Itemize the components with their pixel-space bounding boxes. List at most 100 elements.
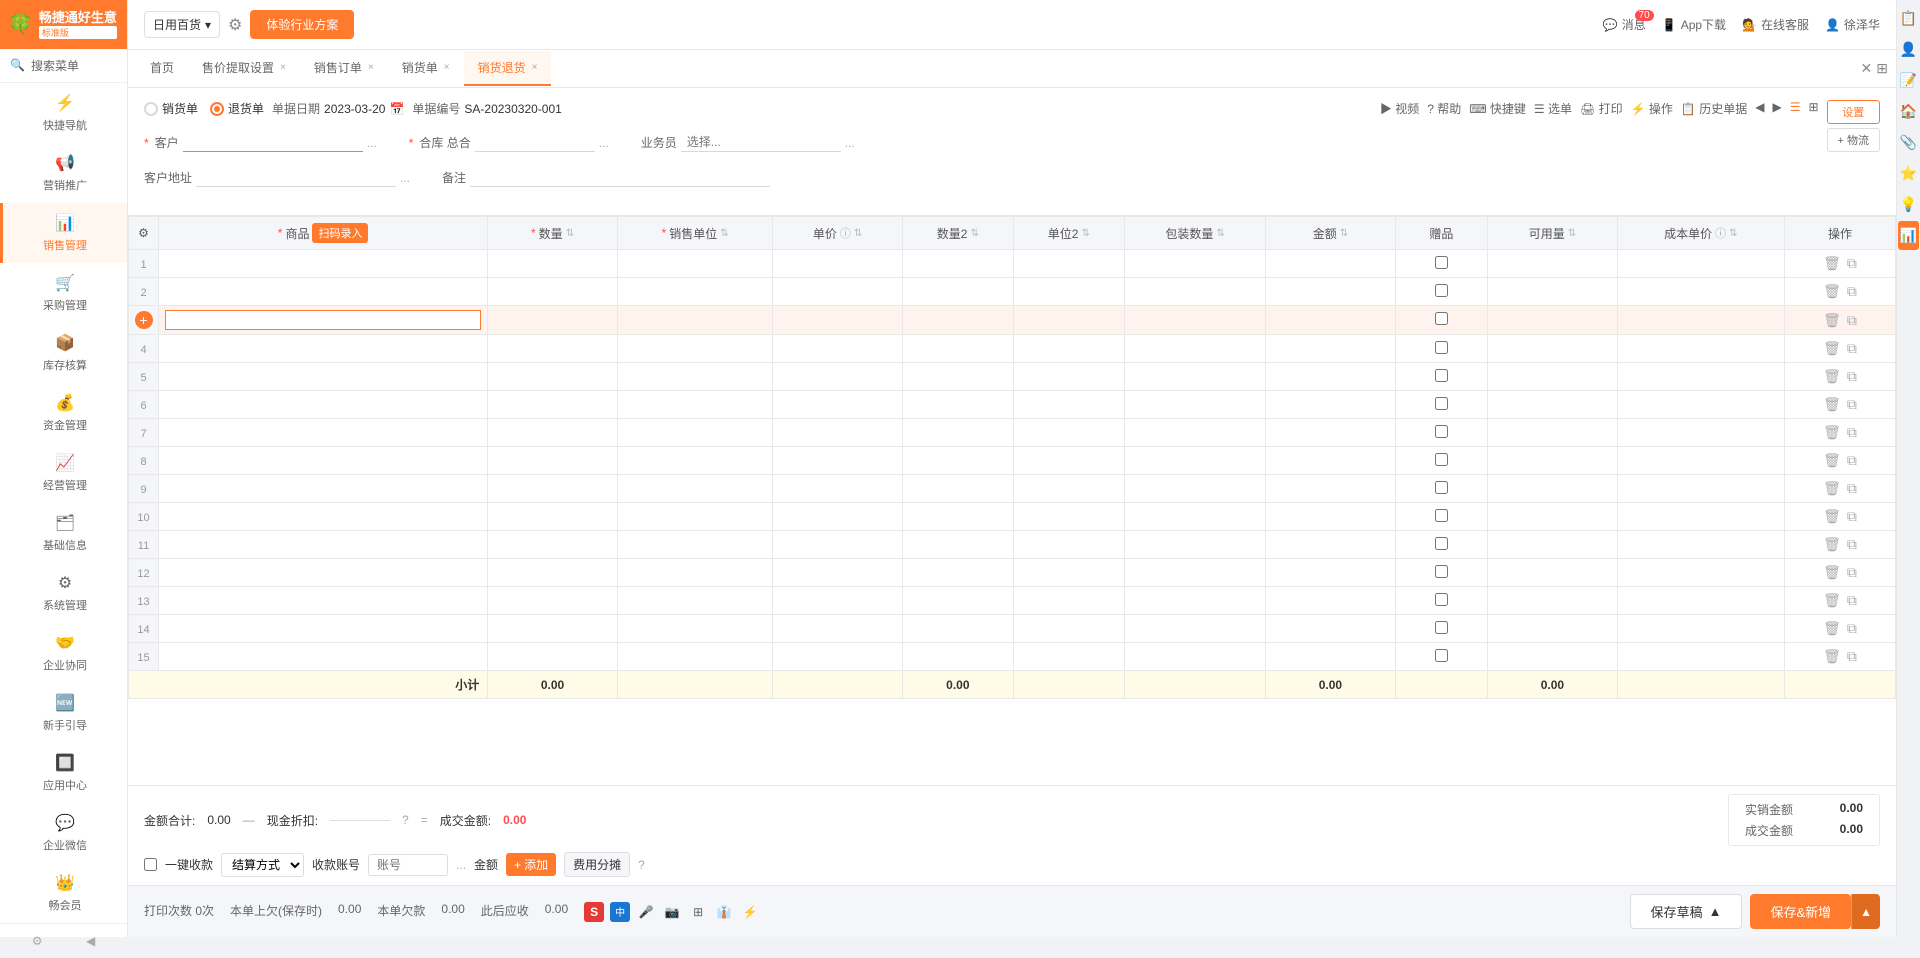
row-product-2[interactable] <box>159 278 488 306</box>
row-sales-unit-7[interactable] <box>617 419 773 447</box>
icon-mic[interactable]: 🎤 <box>636 902 656 922</box>
radio-return[interactable]: 退货单 <box>210 100 264 117</box>
row-gift-10[interactable] <box>1395 503 1488 531</box>
nav-next-icon[interactable]: ▶ <box>1772 100 1781 117</box>
row-unit2-8[interactable] <box>1013 447 1124 475</box>
row-product-5[interactable] <box>159 363 488 391</box>
row-unit-price-5[interactable] <box>773 363 903 391</box>
logistics-btn[interactable]: + 物流 <box>1827 128 1880 152</box>
row-qty-8[interactable] <box>488 447 618 475</box>
gift-checkbox-8[interactable] <box>1435 453 1448 466</box>
row-gear-13[interactable]: 13 <box>129 587 159 615</box>
toolbar-history[interactable]: 📋 历史单据 <box>1681 100 1747 117</box>
online-service-btn[interactable]: 💁 在线客服 <box>1742 16 1809 33</box>
delete-row-icon-4[interactable]: 🗑 <box>1823 340 1841 357</box>
rp-icon-8[interactable]: 📊 <box>1898 221 1919 250</box>
gift-checkbox-5[interactable] <box>1435 369 1448 382</box>
row-sales-unit-6[interactable] <box>617 391 773 419</box>
add-row-btn[interactable]: + <box>135 311 153 329</box>
row-product-1[interactable] <box>159 250 488 278</box>
sort-unit2-icon[interactable]: ⇅ <box>1081 228 1089 239</box>
split-btn[interactable]: 费用分摊 <box>564 852 630 877</box>
copy-row-icon-13[interactable]: ⧉ <box>1847 592 1857 609</box>
th-gear[interactable]: ⚙ <box>129 217 159 250</box>
row-qty-9[interactable] <box>488 475 618 503</box>
row-gear-11[interactable]: 11 <box>129 531 159 559</box>
rp-icon-1[interactable]: 📋 <box>1898 4 1919 33</box>
tab-home[interactable]: 首页 <box>136 51 188 86</box>
row-amount-15[interactable] <box>1266 643 1396 671</box>
row-qty2-10[interactable] <box>902 503 1013 531</box>
row-gift-9[interactable] <box>1395 475 1488 503</box>
row-qty-2[interactable] <box>488 278 618 306</box>
calc-method-select[interactable]: 结算方式 <box>221 853 304 877</box>
row-unit-price-6[interactable] <box>773 391 903 419</box>
row-qty-4[interactable] <box>488 335 618 363</box>
row-sales-unit-1[interactable] <box>617 250 773 278</box>
row-gear-4[interactable]: 4 <box>129 335 159 363</box>
row-available-7[interactable] <box>1488 419 1618 447</box>
row-unit-price-4[interactable] <box>773 335 903 363</box>
row-gear-9[interactable]: 9 <box>129 475 159 503</box>
row-amount-10[interactable] <box>1266 503 1396 531</box>
row-product-6[interactable] <box>159 391 488 419</box>
row-pkg-qty-2[interactable] <box>1124 278 1265 306</box>
row-gift-8[interactable] <box>1395 447 1488 475</box>
row-pkg-qty-1[interactable] <box>1124 250 1265 278</box>
sort-price-icon[interactable]: ⇅ <box>854 228 862 239</box>
row-pkg-qty-5[interactable] <box>1124 363 1265 391</box>
row-qty2-11[interactable] <box>902 531 1013 559</box>
warehouse-input[interactable] <box>475 133 595 152</box>
row-unit2-6[interactable] <box>1013 391 1124 419</box>
row-cost-unit-5[interactable] <box>1617 363 1784 391</box>
row-qty2-15[interactable] <box>902 643 1013 671</box>
tab-close-sales-return[interactable]: × <box>532 62 538 73</box>
row-gift-1[interactable] <box>1395 250 1488 278</box>
row-unit2-12[interactable] <box>1013 559 1124 587</box>
tab-close-price-settings[interactable]: × <box>280 62 286 73</box>
sidebar-item-finance[interactable]: 💰资金管理 <box>0 383 127 443</box>
rp-icon-6[interactable]: ⭐ <box>1898 159 1919 188</box>
row-gift-7[interactable] <box>1395 419 1488 447</box>
row-sales-unit-12[interactable] <box>617 559 773 587</box>
icon-extra[interactable]: ⚡ <box>740 902 760 922</box>
row-qty-3[interactable] <box>488 306 618 335</box>
row-gift-14[interactable] <box>1395 615 1488 643</box>
gift-checkbox-11[interactable] <box>1435 537 1448 550</box>
row-unit-price-14[interactable] <box>773 615 903 643</box>
copy-row-icon-6[interactable]: ⧉ <box>1847 396 1857 413</box>
staff-more-icon[interactable]: ... <box>845 136 855 150</box>
row-amount-7[interactable] <box>1266 419 1396 447</box>
copy-row-icon-3[interactable]: ⧉ <box>1847 312 1857 329</box>
sort-qty2-icon[interactable]: ⇅ <box>970 228 978 239</box>
row-product-15[interactable] <box>159 643 488 671</box>
row-gift-12[interactable] <box>1395 559 1488 587</box>
row-sales-unit-11[interactable] <box>617 531 773 559</box>
row-pkg-qty-15[interactable] <box>1124 643 1265 671</box>
sidebar-item-member[interactable]: 👑畅会员 <box>0 863 127 923</box>
row-gift-15[interactable] <box>1395 643 1488 671</box>
customer-input[interactable] <box>183 133 363 152</box>
icon-shirt[interactable]: 👔 <box>714 902 734 922</box>
row-unit-price-13[interactable] <box>773 587 903 615</box>
rp-icon-3[interactable]: 📝 <box>1898 66 1919 95</box>
row-unit-price-11[interactable] <box>773 531 903 559</box>
row-product-8[interactable] <box>159 447 488 475</box>
row-pkg-qty-4[interactable] <box>1124 335 1265 363</box>
toolbar-print[interactable]: 🖨 打印 <box>1580 100 1623 117</box>
expand-btn[interactable]: ⊞ <box>1876 60 1888 77</box>
gift-checkbox-4[interactable] <box>1435 341 1448 354</box>
icon-grid[interactable]: ⊞ <box>688 902 708 922</box>
row-cost-unit-15[interactable] <box>1617 643 1784 671</box>
tab-price-settings[interactable]: 售价提取设置× <box>188 51 300 86</box>
warehouse-more-icon[interactable]: ... <box>599 136 609 150</box>
sidebar-collapse-icon[interactable]: ◀ <box>86 934 95 948</box>
sidebar-item-marketing[interactable]: 📢营销推广 <box>0 143 127 203</box>
row-qty2-2[interactable] <box>902 278 1013 306</box>
sidebar-item-operations[interactable]: 📈经营管理 <box>0 443 127 503</box>
row-amount-4[interactable] <box>1266 335 1396 363</box>
row-gear-15[interactable]: 15 <box>129 643 159 671</box>
row-available-13[interactable] <box>1488 587 1618 615</box>
row-amount-12[interactable] <box>1266 559 1396 587</box>
copy-row-icon-15[interactable]: ⧉ <box>1847 648 1857 665</box>
